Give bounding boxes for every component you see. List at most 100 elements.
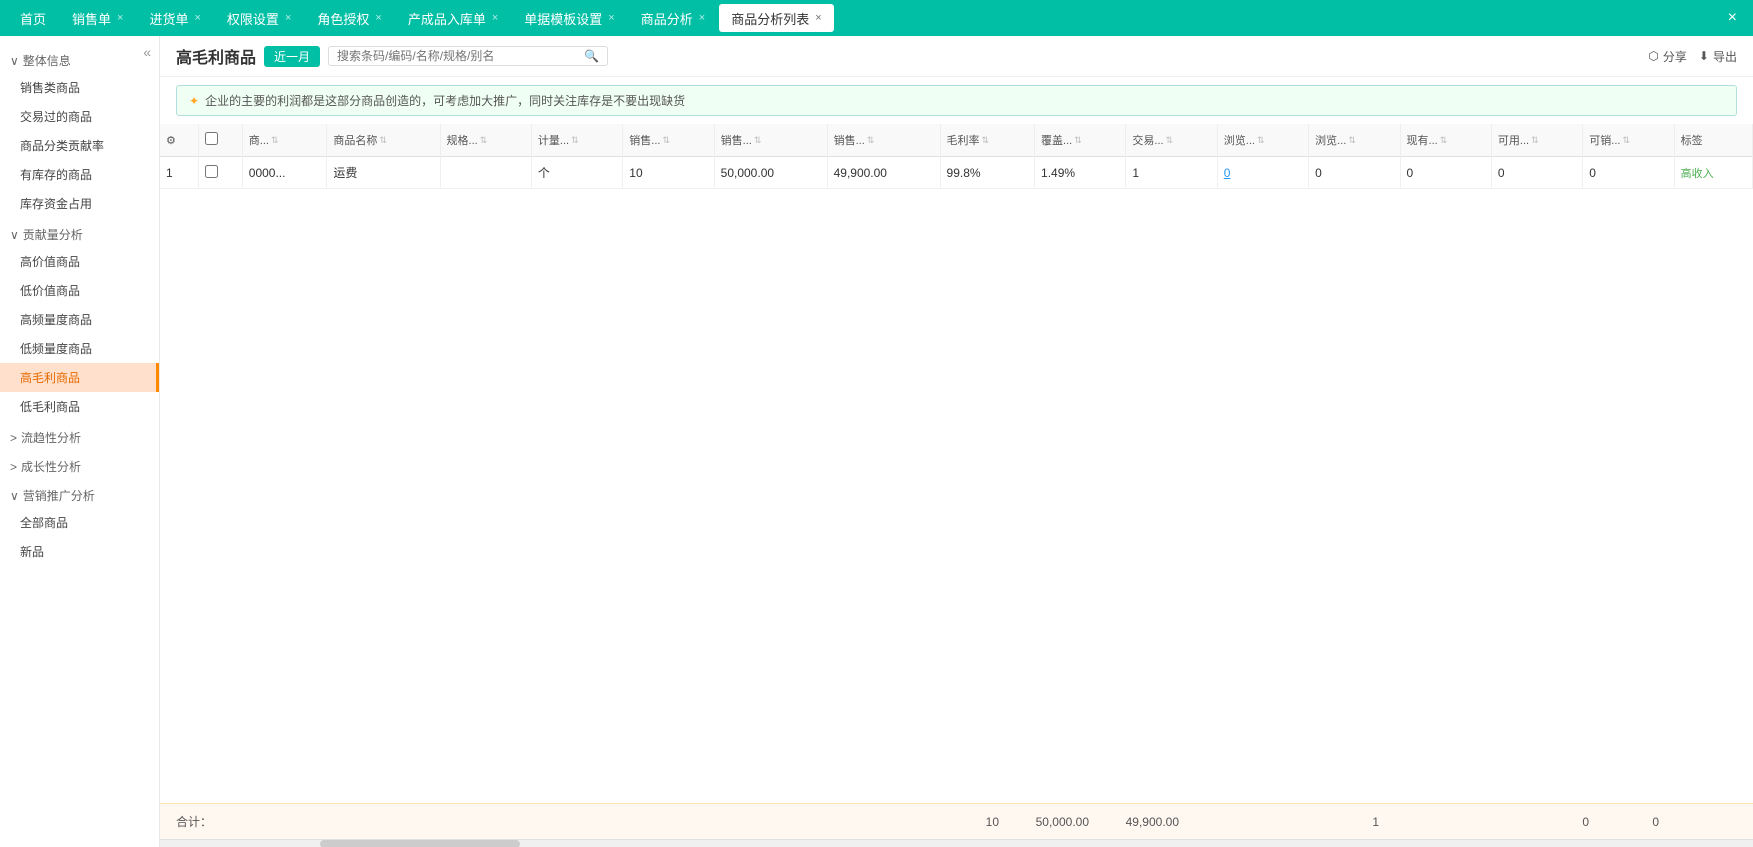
col-label-tag: 标签	[1681, 132, 1746, 148]
close-tab-template[interactable]: ×	[608, 12, 614, 24]
sidebar-item-capital-usage[interactable]: 库存资金占用	[0, 189, 159, 218]
cell-sales_amt: 50,000.00	[714, 157, 827, 189]
sort-icon-current_stock: ⇅	[1440, 135, 1448, 146]
footer-totals: 合计： 10 50,000.00 49,900.00 1 0 0	[160, 803, 1753, 839]
sidebar-item-contribution-rate[interactable]: 商品分类贡献率	[0, 131, 159, 160]
sidebar-item-all-goods[interactable]: 全部商品	[0, 508, 159, 537]
sidebar-group-trend[interactable]: >流趋性分析	[0, 421, 159, 450]
horizontal-scrollbar[interactable]	[160, 839, 1753, 847]
close-window-button[interactable]: ×	[1720, 9, 1745, 27]
cell-code: 0000...	[242, 157, 327, 189]
arrow-icon: >	[10, 460, 17, 474]
sidebar-item-low-margin[interactable]: 低毛利商品	[0, 392, 159, 421]
col-header-name[interactable]: 商品名称⇅	[327, 124, 440, 157]
sidebar-item-in-stock[interactable]: 有库存的商品	[0, 160, 159, 189]
close-tab-sales[interactable]: ×	[117, 12, 123, 24]
cell-margin_rate: 99.8%	[940, 157, 1034, 189]
export-button[interactable]: ⬇ 导出	[1699, 48, 1737, 65]
nav-tab-permissions[interactable]: 权限设置×	[215, 4, 303, 32]
close-tab-permissions[interactable]: ×	[285, 12, 291, 24]
sidebar-group-overall[interactable]: ∨ 整体信息	[0, 44, 159, 73]
cell-unit: 个	[531, 157, 622, 189]
col-label-available: 可用...⇅	[1498, 132, 1576, 148]
col-header-unit[interactable]: 计量...⇅	[531, 124, 622, 157]
period-button[interactable]: 近一月	[264, 46, 320, 67]
sort-icon-sales_cost: ⇅	[867, 135, 875, 146]
col-label-sales_cost: 销售...⇅	[834, 132, 934, 148]
sidebar-item-high-freq[interactable]: 高频量度商品	[0, 305, 159, 334]
arrow-icon: ∨	[10, 228, 19, 242]
cell-coverage: 1.49%	[1035, 157, 1126, 189]
share-button[interactable]: ⬡ 分享	[1648, 48, 1687, 65]
sidebar-group-growth[interactable]: >成长性分析	[0, 450, 159, 479]
close-tab-analysis-list[interactable]: ×	[815, 12, 821, 24]
nav-tab-products[interactable]: 产成品入库单×	[396, 4, 510, 32]
search-icon[interactable]: 🔍	[584, 49, 599, 63]
col-header-transactions[interactable]: 交易...⇅	[1126, 124, 1217, 157]
col-header-sales_qty[interactable]: 销售...⇅	[623, 124, 714, 157]
col-header-spec[interactable]: 规格...⇅	[440, 124, 531, 157]
cell-link-browse1[interactable]: 0	[1224, 166, 1231, 180]
col-header-code[interactable]: 商...⇅	[242, 124, 327, 157]
sidebar-item-high-margin[interactable]: 高毛利商品	[0, 363, 159, 392]
table-row: 10000...运费个1050,000.0049,900.0099.8%1.49…	[160, 157, 1753, 189]
close-tab-purchase[interactable]: ×	[194, 12, 200, 24]
nav-tab-roles[interactable]: 角色授权×	[305, 4, 393, 32]
cell-browse2: 0	[1309, 157, 1400, 189]
close-tab-products[interactable]: ×	[492, 12, 498, 24]
col-header-coverage[interactable]: 覆盖...⇅	[1035, 124, 1126, 157]
cell-sales_qty: 10	[623, 157, 714, 189]
sort-icon-margin_rate: ⇅	[982, 135, 990, 146]
col-header-current_stock[interactable]: 现有...⇅	[1400, 124, 1491, 157]
select-all-checkbox[interactable]	[205, 132, 218, 145]
cell-browse1: 0	[1217, 157, 1308, 189]
row-checkbox[interactable]	[205, 165, 218, 178]
sidebar-item-new-goods[interactable]: 新品	[0, 537, 159, 566]
col-label-current_stock: 现有...⇅	[1407, 132, 1485, 148]
nav-tab-purchase[interactable]: 进货单×	[137, 4, 212, 32]
cell-index: 1	[160, 157, 198, 189]
sidebar-group-marketing[interactable]: ∨营销推广分析	[0, 479, 159, 508]
nav-tab-analysis-list[interactable]: 商品分析列表×	[719, 4, 833, 32]
sort-icon-browse1: ⇅	[1257, 135, 1265, 146]
col-header-sellable[interactable]: 可销...⇅	[1583, 124, 1674, 157]
footer-sales-cost: 49,900.00	[1097, 815, 1187, 829]
sort-icon-coverage: ⇅	[1074, 135, 1082, 146]
col-header-sales_amt[interactable]: 销售...⇅	[714, 124, 827, 157]
content-header: 高毛利商品 近一月 🔍 ⬡ 分享 ⬇ 导出	[160, 36, 1753, 77]
col-header-margin_rate[interactable]: 毛利率⇅	[940, 124, 1034, 157]
info-text: 企业的主要的利润都是这部分商品创造的，可考虑加大推广，同时关注库存是不要出现缺货	[205, 92, 685, 109]
sidebar-item-traded-goods[interactable]: 交易过的商品	[0, 102, 159, 131]
col-header-sales_cost[interactable]: 销售...⇅	[827, 124, 940, 157]
col-header-browse1[interactable]: 浏览...⇅	[1217, 124, 1308, 157]
arrow-icon: ∨	[10, 54, 19, 68]
sort-icon-sales_amt: ⇅	[754, 135, 762, 146]
close-tab-roles[interactable]: ×	[375, 12, 381, 24]
sort-icon-code: ⇅	[271, 135, 279, 146]
nav-tab-template[interactable]: 单据模板设置×	[512, 4, 626, 32]
share-label: 分享	[1663, 48, 1687, 65]
group-label: 整体信息	[23, 52, 71, 69]
sidebar-item-sales-goods[interactable]: 销售类商品	[0, 73, 159, 102]
search-input[interactable]	[337, 49, 580, 63]
sidebar-item-high-value[interactable]: 高价值商品	[0, 247, 159, 276]
group-label: 营销推广分析	[23, 487, 95, 504]
col-label-sales_amt: 销售...⇅	[721, 132, 821, 148]
sidebar-item-low-value[interactable]: 低价值商品	[0, 276, 159, 305]
close-tab-analysis[interactable]: ×	[699, 12, 705, 24]
col-header-browse2[interactable]: 浏览...⇅	[1309, 124, 1400, 157]
settings-icon[interactable]: ⚙	[166, 135, 176, 147]
nav-tab-analysis[interactable]: 商品分析×	[629, 4, 717, 32]
cell-current_stock: 0	[1400, 157, 1491, 189]
sidebar-group-financial[interactable]: ∨贡献量分析	[0, 218, 159, 247]
sort-icon-transactions: ⇅	[1166, 135, 1174, 146]
cell-tag: 高收入	[1674, 157, 1752, 189]
export-label: 导出	[1713, 48, 1737, 65]
col-label-coverage: 覆盖...⇅	[1041, 132, 1119, 148]
col-label-transactions: 交易...⇅	[1132, 132, 1210, 148]
nav-tab-sales[interactable]: 销售单×	[60, 4, 135, 32]
sidebar-item-low-freq[interactable]: 低频量度商品	[0, 334, 159, 363]
col-header-available[interactable]: 可用...⇅	[1491, 124, 1582, 157]
sidebar-collapse-button[interactable]: «	[143, 44, 151, 60]
nav-tab-home[interactable]: 首页	[8, 4, 58, 32]
